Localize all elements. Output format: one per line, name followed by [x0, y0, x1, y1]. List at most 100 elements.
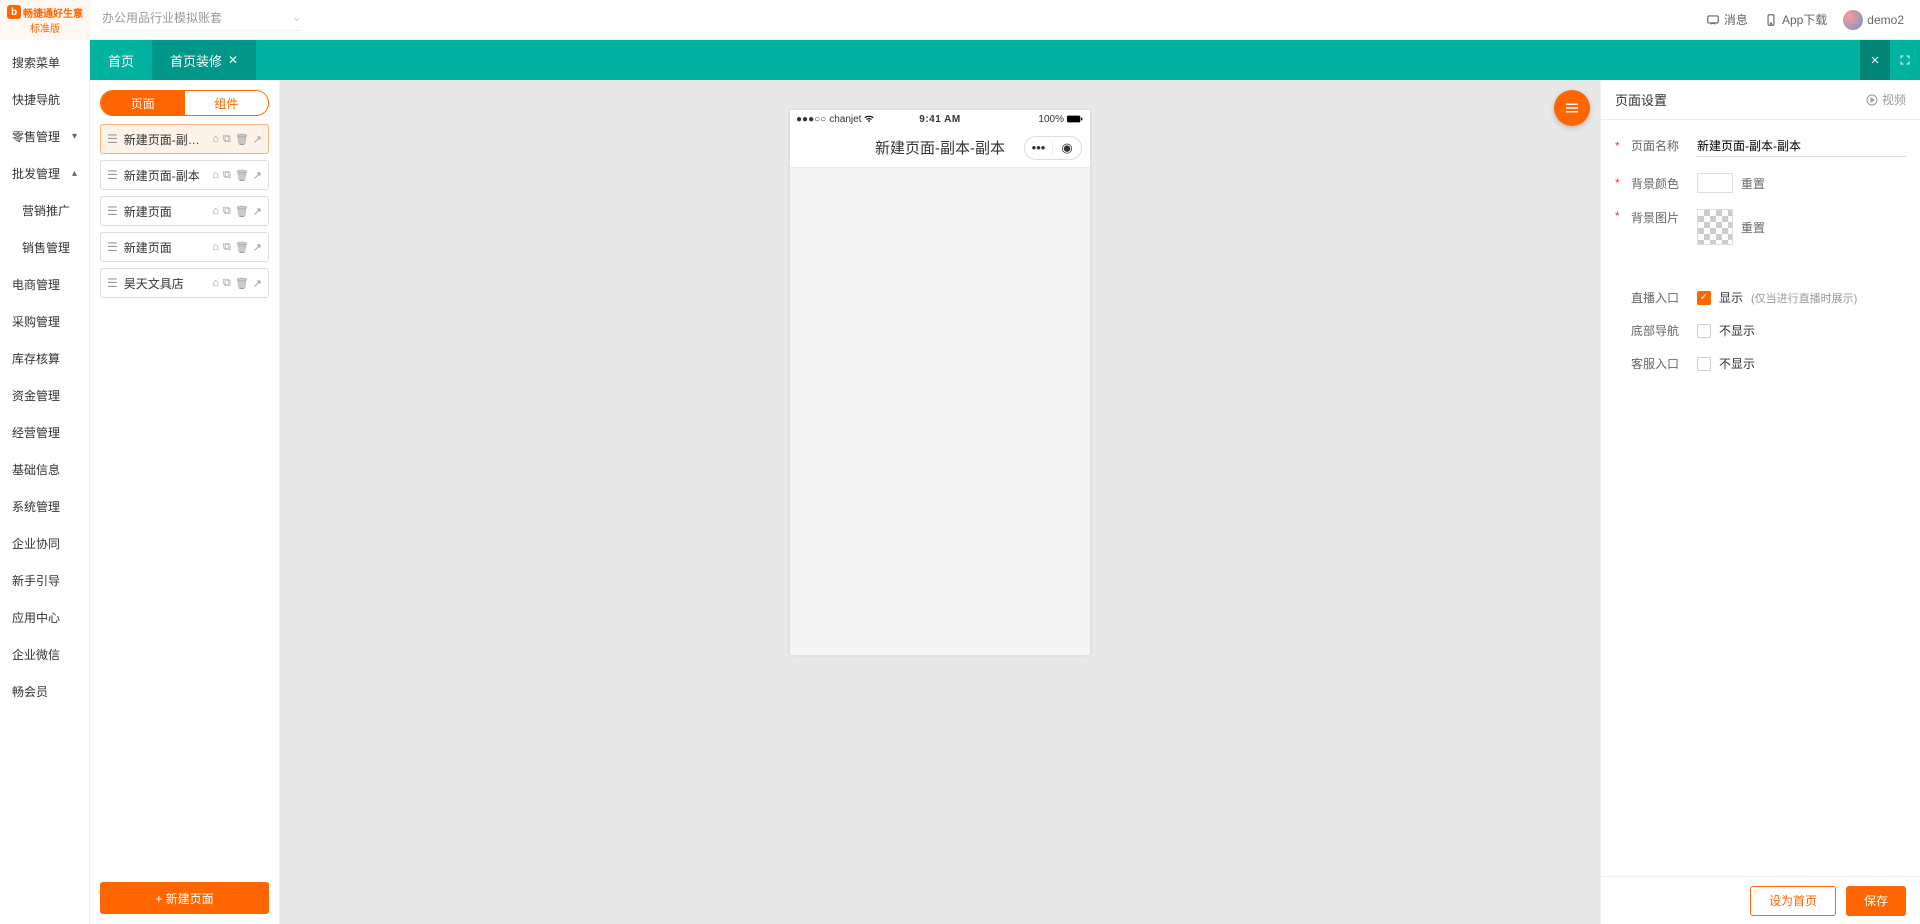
share-icon[interactable]: ↗ — [253, 277, 262, 290]
delete-icon[interactable]: 🗑 — [235, 169, 249, 182]
delete-icon[interactable]: 🗑 — [235, 205, 249, 218]
checkbox-bottomnav[interactable] — [1697, 324, 1711, 338]
new-page-button[interactable]: + 新建页面 — [100, 882, 269, 914]
workspace: 页面 组件 ☰ 新建页面-副本... ⌂ ⧉ 🗑 ↗ — [90, 80, 1920, 924]
field-bottomnav: 底部导航 不显示 — [1615, 322, 1906, 339]
segment-component[interactable]: 组件 — [185, 91, 269, 115]
drag-icon[interactable]: ☰ — [107, 240, 118, 254]
segment-page[interactable]: 页面 — [101, 91, 185, 115]
sidebar-item-guide[interactable]: 新手引导 — [0, 562, 89, 599]
logo[interactable]: b 畅捷通好生意 标准版 — [0, 0, 90, 40]
sidebar-item-system[interactable]: 系统管理 — [0, 488, 89, 525]
account-selector[interactable]: 办公用品行业模拟账套 ⌄ — [102, 9, 302, 31]
canvas: ●●●○○ chanjet 9:41 AM 100% — [280, 80, 1600, 924]
panel-toggle-button[interactable] — [1554, 90, 1590, 126]
home-icon[interactable]: ⌂ — [212, 241, 219, 254]
sidebar-item-marketing[interactable]: 营销推广 — [0, 192, 89, 229]
tabs-fullscreen[interactable] — [1890, 40, 1920, 80]
page-item[interactable]: ☰ 新建页面-副本... ⌂ ⧉ 🗑 ↗ — [100, 124, 269, 154]
sidebar-item-wholesale[interactable]: 批发管理▴ — [0, 155, 89, 192]
save-button[interactable]: 保存 — [1846, 886, 1906, 916]
copy-icon[interactable]: ⧉ — [223, 169, 231, 182]
home-icon[interactable]: ⌂ — [212, 169, 219, 182]
page-item-label: 新建页面 — [124, 239, 207, 256]
logo-glyph: b — [7, 5, 21, 19]
close-icon[interactable]: ✕ — [228, 53, 238, 67]
tab-decorate[interactable]: 首页装修 ✕ — [152, 40, 256, 80]
fullscreen-icon — [1899, 54, 1911, 66]
checkbox-service[interactable] — [1697, 357, 1711, 371]
close-icon — [1869, 54, 1881, 66]
caret-down-icon: ▾ — [72, 131, 77, 142]
phone-title: 新建页面-副本-副本 — [875, 137, 1005, 158]
copy-icon[interactable]: ⧉ — [223, 205, 231, 218]
home-icon[interactable]: ⌂ — [212, 277, 219, 290]
page-name-input[interactable] — [1697, 134, 1906, 157]
sidebar-item-basicinfo[interactable]: 基础信息 — [0, 451, 89, 488]
image-swatch[interactable] — [1697, 209, 1733, 245]
reset-bgimg[interactable]: 重置 — [1741, 219, 1765, 236]
logo-brand: 畅捷通好生意 — [23, 5, 83, 20]
more-icon[interactable]: ••• — [1025, 140, 1053, 155]
signal-icon: ●●●○○ — [796, 114, 826, 125]
share-icon[interactable]: ↗ — [253, 133, 262, 146]
account-selector-label: 办公用品行业模拟账套 — [102, 9, 222, 26]
page-item-label: 新建页面-副本 — [124, 167, 207, 184]
page-item[interactable]: ☰ 昊天文具店 ⌂⧉🗑↗ — [100, 268, 269, 298]
share-icon[interactable]: ↗ — [253, 169, 262, 182]
play-icon — [1866, 94, 1878, 106]
target-icon[interactable]: ◉ — [1053, 140, 1081, 156]
drag-icon[interactable]: ☰ — [107, 204, 118, 218]
field-live: 直播入口 ✓ 显示 (仅当进行直播时展示) — [1615, 289, 1906, 306]
user-menu[interactable]: demo2 — [1843, 10, 1904, 30]
copy-icon[interactable]: ⧉ — [223, 133, 231, 146]
sidebar-item-search[interactable]: 搜索菜单 — [0, 44, 89, 81]
page-item[interactable]: ☰ 新建页面 ⌂ ⧉ 🗑 ↗ — [100, 232, 269, 262]
share-icon[interactable]: ↗ — [253, 205, 262, 218]
phone-header: 新建页面-副本-副本 ••• ◉ — [790, 128, 1090, 168]
sidebar-item-appcenter[interactable]: 应用中心 — [0, 599, 89, 636]
copy-icon[interactable]: ⧉ — [223, 277, 231, 290]
copy-icon[interactable]: ⧉ — [223, 241, 231, 254]
delete-icon[interactable]: 🗑 — [235, 133, 249, 146]
sidebar-item-quicknav[interactable]: 快捷导航 — [0, 81, 89, 118]
page-item[interactable]: ☰ 新建页面 ⌂ ⧉ 🗑 ↗ — [100, 196, 269, 226]
color-swatch[interactable] — [1697, 173, 1733, 193]
home-icon[interactable]: ⌂ — [212, 205, 219, 218]
field-bgcolor: * 背景颜色 重置 — [1615, 173, 1906, 193]
drag-icon[interactable]: ☰ — [107, 168, 118, 182]
sidebar-item-collab[interactable]: 企业协同 — [0, 525, 89, 562]
phone-preview: ●●●○○ chanjet 9:41 AM 100% — [790, 110, 1090, 655]
video-link[interactable]: 视频 — [1866, 91, 1906, 108]
sidebar-item-inventory[interactable]: 库存核算 — [0, 340, 89, 377]
messages-button[interactable]: 消息 — [1706, 11, 1748, 28]
page-panel: 页面 组件 ☰ 新建页面-副本... ⌂ ⧉ 🗑 ↗ — [90, 80, 280, 924]
page-list: ☰ 新建页面-副本... ⌂ ⧉ 🗑 ↗ ☰ 新建页面-副本 ⌂ ⧉ 🗑 ↗ — [100, 124, 269, 874]
field-bgimg: * 背景图片 重置 — [1615, 209, 1906, 245]
tabs-close-all[interactable] — [1860, 40, 1890, 80]
drag-icon[interactable]: ☰ — [107, 276, 118, 290]
page-item[interactable]: ☰ 新建页面-副本 ⌂ ⧉ 🗑 ↗ — [100, 160, 269, 190]
drag-icon[interactable]: ☰ — [107, 132, 118, 146]
reset-bgcolor[interactable]: 重置 — [1741, 175, 1765, 192]
home-icon[interactable]: ⌂ — [212, 133, 219, 146]
tab-home[interactable]: 首页 — [90, 40, 152, 80]
checkbox-live[interactable]: ✓ — [1697, 291, 1711, 305]
sidebar-item-funds[interactable]: 资金管理 — [0, 377, 89, 414]
miniprogram-capsule: ••• ◉ — [1024, 136, 1082, 160]
sidebar-item-retail[interactable]: 零售管理▾ — [0, 118, 89, 155]
page-item-label: 新建页面 — [124, 203, 207, 220]
download-button[interactable]: App下载 — [1764, 11, 1827, 28]
delete-icon[interactable]: 🗑 — [235, 277, 249, 290]
sidebar-item-wecom[interactable]: 企业微信 — [0, 636, 89, 673]
phone-status-bar: ●●●○○ chanjet 9:41 AM 100% — [790, 110, 1090, 128]
sidebar-item-ecommerce[interactable]: 电商管理 — [0, 266, 89, 303]
delete-icon[interactable]: 🗑 — [235, 241, 249, 254]
sidebar-item-member[interactable]: 畅会员 — [0, 673, 89, 710]
sidebar-item-purchase[interactable]: 采购管理 — [0, 303, 89, 340]
set-home-button[interactable]: 设为首页 — [1750, 886, 1836, 916]
chevron-down-icon: ⌄ — [292, 10, 302, 24]
share-icon[interactable]: ↗ — [253, 241, 262, 254]
sidebar-item-sales[interactable]: 销售管理 — [0, 229, 89, 266]
sidebar-item-operations[interactable]: 经营管理 — [0, 414, 89, 451]
